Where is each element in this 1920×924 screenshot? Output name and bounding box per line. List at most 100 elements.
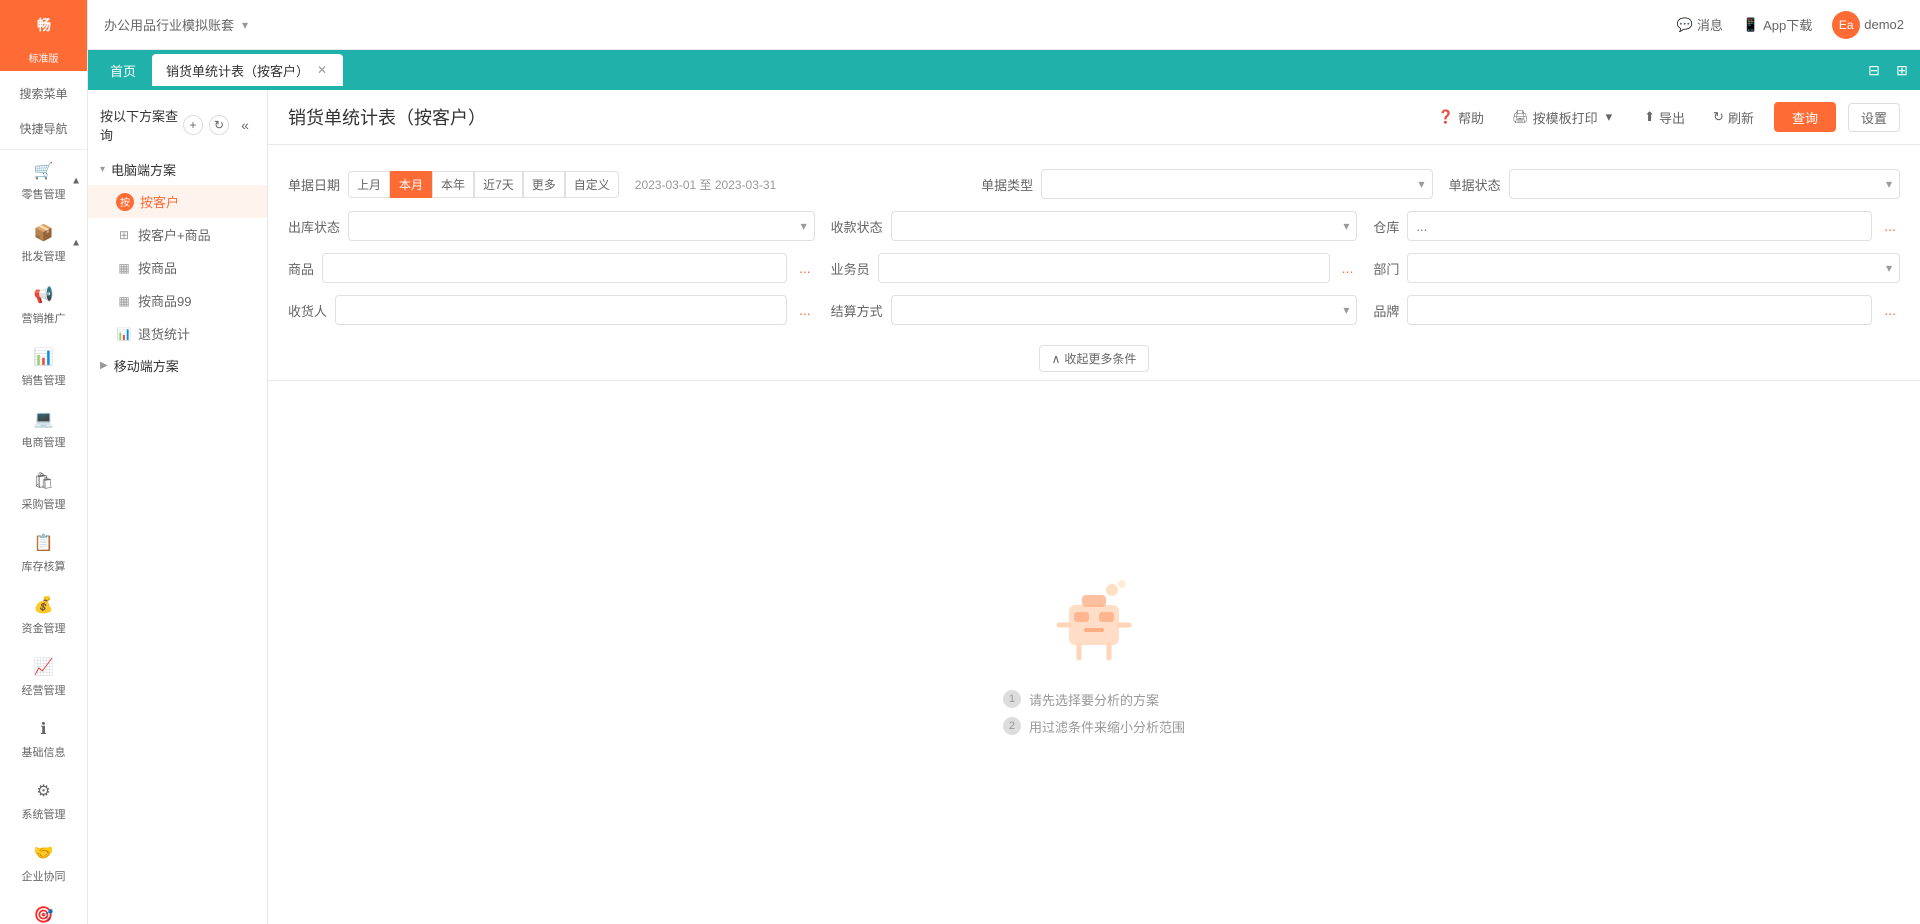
tip-text-1: 请先选择要分析的方案 [1029,690,1159,709]
settlement-filter: 结算方式 ▾ [831,295,1358,325]
order-type-select[interactable] [1041,169,1432,199]
settlement-select[interactable] [891,295,1358,325]
filter-container: 单据日期 上月 本月 本年 近7天 更多 自定义 2023-03-01 至 20… [268,145,1920,337]
scheme-by-customer-label: 按客户 [140,192,179,211]
sidebar-nav: 🛒 零售管理 ▲ 📦 批发管理 ▲ 📢 营销推广 📊 销售管理 💻 电商管理 🛍… [0,150,87,924]
desktop-group-label: 电脑端方案 [111,160,176,179]
purchase-label: 采购管理 [22,496,66,512]
warehouse-filter: 仓库 ... [1373,211,1900,241]
date-btn-more[interactable]: 更多 [523,171,565,198]
collapse-panel-btn[interactable]: « [235,115,255,135]
print-btn[interactable]: 🖨 按模板打印 ▾ [1504,104,1624,131]
dept-select[interactable] [1407,253,1900,283]
refresh-icon: ↻ [1713,109,1724,125]
mobile-group-header[interactable]: ▶ 移动端方案 [88,350,267,381]
app-download-icon: 📱 [1743,17,1759,33]
scheme-by-goods[interactable]: ▦ 按商品 [88,251,267,284]
add-scheme-btn[interactable]: + [183,115,203,135]
sidebar-logo[interactable]: 畅 [0,0,87,50]
panel-header-title: 按以下方案查询 [100,106,183,144]
nav-enterprise[interactable]: 🤝 企业协同 [0,832,87,894]
window-maximize-btn[interactable]: ⊞ [1892,60,1912,80]
brand-more-btn[interactable]: ... [1880,302,1900,318]
nav-purchase[interactable]: 🛍 采购管理 [0,460,87,522]
empty-state: 1 请先选择要分析的方案 2 用过滤条件来缩小分析范围 [268,381,1920,924]
order-status-select-wrapper: ▾ [1509,169,1900,199]
scheme-by-goods-99[interactable]: ▦ 按商品99 [88,284,267,317]
window-controls: ⊟ ⊞ [1864,60,1912,80]
receipt-status-select[interactable] [891,211,1358,241]
tab-sales-stats[interactable]: 销货单统计表（按客户） ✕ [152,54,343,86]
warehouse-more-btn[interactable]: ... [1880,218,1900,234]
inventory-label: 库存核算 [22,558,66,574]
nav-basic[interactable]: ℹ 基础信息 [0,708,87,770]
empty-illustration [1044,570,1144,670]
enterprise-icon: 🤝 [33,842,55,864]
salesperson-more-btn[interactable]: ... [1338,260,1358,276]
goods-input[interactable] [322,253,787,283]
nav-retail[interactable]: 🛒 零售管理 ▲ [0,150,87,212]
message-btn[interactable]: 💬 消息 [1677,15,1723,34]
nav-ecommerce[interactable]: 💻 电商管理 [0,398,87,460]
main-content: 办公用品行业模拟账套 ▾ 💬 消息 📱 App下载 Ea demo2 首页 [88,0,1920,924]
retail-icon: 🛒 [33,160,55,182]
receiver-more-btn[interactable]: ... [795,302,815,318]
nav-newbie[interactable]: 🎯 新手引导 [0,894,87,924]
nav-wholesale[interactable]: 📦 批发管理 ▲ [0,212,87,274]
app-download-btn[interactable]: 📱 App下载 [1743,15,1812,34]
nav-finance[interactable]: 💰 资金管理 [0,584,87,646]
tab-sales-stats-label: 销货单统计表（按客户） [166,61,309,80]
tip-num-2: 2 [1003,717,1021,735]
salesperson-input[interactable] [878,253,1330,283]
help-btn[interactable]: ❓ 帮助 [1430,104,1492,131]
header-dropdown-arrow[interactable]: ▾ [242,18,248,32]
filter-row-3: 商品 ... 业务员 ... 部门 [288,253,1900,283]
tab-home-label: 首页 [110,61,136,80]
tab-home[interactable]: 首页 [96,54,150,86]
desktop-group-header[interactable]: ▾ 电脑端方案 [88,154,267,185]
print-dropdown-arrow[interactable]: ▾ [1602,109,1617,125]
logo-icon: 畅 [26,7,62,43]
refresh-btn[interactable]: ↻ 刷新 [1705,104,1762,131]
grid-icon: ⊞ [116,227,132,243]
nav-marketing[interactable]: 📢 营销推广 [0,274,87,336]
export-btn[interactable]: ⬆ 导出 [1636,104,1693,131]
sales-icon: 📊 [33,346,55,368]
brand-input[interactable] [1407,295,1872,325]
system-icon: ⚙ [33,780,55,802]
settings-btn[interactable]: 设置 [1848,103,1900,132]
date-btn-custom[interactable]: 自定义 [565,171,619,198]
receiver-input[interactable] [335,295,787,325]
scheme-by-customer-goods[interactable]: ⊞ 按客户+商品 [88,218,267,251]
refresh-scheme-btn[interactable]: ↻ [209,115,229,135]
date-btn-this-month[interactable]: 本月 [390,171,432,198]
nav-sales[interactable]: 📊 销售管理 [0,336,87,398]
nav-system[interactable]: ⚙ 系统管理 [0,770,87,832]
search-menu-btn[interactable]: 搜索菜单 [8,81,79,106]
nav-inventory[interactable]: 📋 库存核算 [0,522,87,584]
left-scheme-panel: 按以下方案查询 + ↻ « ▾ 电脑端方案 按 按客户 ⊞ [88,90,268,924]
sidebar: 畅 标准版 搜索菜单 快捷导航 🛒 零售管理 ▲ 📦 批发管理 ▲ 📢 营销推广… [0,0,88,924]
out-status-select[interactable] [348,211,815,241]
query-btn[interactable]: 查询 [1774,102,1836,132]
date-btn-last-7days[interactable]: 近7天 [474,171,523,198]
goods-more-btn[interactable]: ... [795,260,815,276]
retail-label: 零售管理 [22,186,66,202]
avatar: Ea [1832,11,1860,39]
user-menu[interactable]: Ea demo2 [1832,11,1904,39]
out-status-label: 出库状态 [288,217,340,236]
nav-operations[interactable]: 📈 经营管理 [0,646,87,708]
quick-nav-item[interactable]: 快捷导航 [0,116,87,141]
collapse-more-btn[interactable]: ∧ 收起更多条件 [1039,345,1150,372]
window-minimize-btn[interactable]: ⊟ [1864,60,1884,80]
basic-icon: ℹ [33,718,55,740]
scheme-return-stats[interactable]: 📊 退货统计 [88,317,267,350]
warehouse-input[interactable] [1407,211,1872,241]
date-btn-this-year[interactable]: 本年 [432,171,474,198]
order-status-select[interactable] [1509,169,1900,199]
scheme-by-goods-label: 按商品 [138,258,177,277]
scheme-by-customer[interactable]: 按 按客户 [88,185,267,218]
operations-icon: 📈 [33,656,55,678]
tab-close-btn[interactable]: ✕ [315,63,329,77]
date-btn-last-month[interactable]: 上月 [348,171,390,198]
